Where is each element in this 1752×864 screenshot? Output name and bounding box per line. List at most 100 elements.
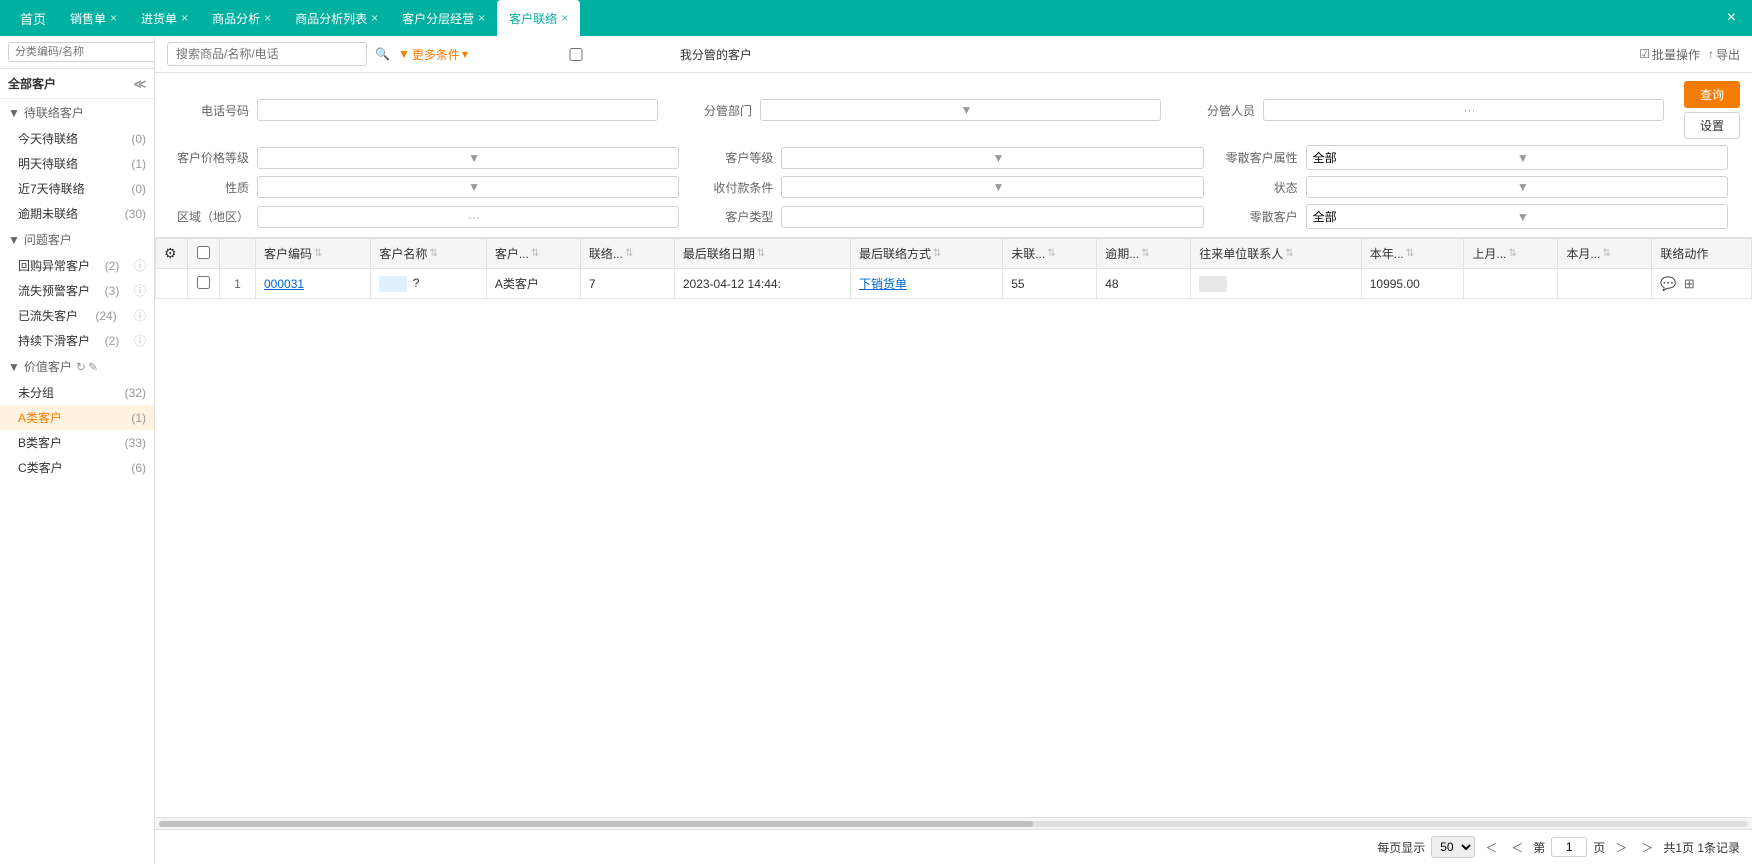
manager-input[interactable]: ···: [1263, 99, 1664, 121]
sidebar-item-today-contact[interactable]: 今天待联络 (0): [0, 126, 154, 151]
filter-row-4: 区域（地区） ··· 客户类型 零散客户 全部 ▼: [167, 204, 1740, 229]
sidebar-item-churn-warning[interactable]: 流失预警客户 (3) ⓘ: [0, 278, 154, 303]
sidebar-item-churned[interactable]: 已流失客户 (24) ⓘ: [0, 303, 154, 328]
close-purchase-tab[interactable]: ×: [181, 11, 188, 25]
sidebar-item-class-b[interactable]: B类客户 (33): [0, 430, 154, 455]
th-this-month[interactable]: 本月... ⇅: [1558, 239, 1652, 269]
th-contact-count[interactable]: 联络... ⇅: [580, 239, 674, 269]
scroll-thumb[interactable]: [159, 821, 1033, 827]
payment-select[interactable]: ▼: [781, 176, 1203, 198]
problem-customer-arrow: ▼: [8, 233, 20, 247]
td-index: 1: [220, 269, 256, 299]
td-last-contact-method[interactable]: 下销货单: [851, 269, 1003, 299]
th-last-contact-date[interactable]: 最后联络日期 ⇅: [674, 239, 850, 269]
td-checkbox[interactable]: [188, 269, 220, 299]
nav-customer-tier[interactable]: 客户分层经营 ×: [390, 0, 497, 36]
per-page-select[interactable]: 50: [1431, 836, 1475, 858]
grid-action-icon[interactable]: ⊞: [1684, 276, 1695, 291]
nav-product-analysis[interactable]: 商品分析 ×: [200, 0, 283, 36]
chat-action-icon[interactable]: 💬: [1660, 276, 1676, 291]
scroll-track: [159, 821, 1748, 827]
close-customer-tier-tab[interactable]: ×: [478, 11, 485, 25]
refresh-icon[interactable]: ↻: [76, 360, 86, 374]
th-name[interactable]: 客户名称 ⇅: [371, 239, 486, 269]
sidebar-item-unclassified[interactable]: 未分组 (32): [0, 380, 154, 405]
nav-purchase[interactable]: 进货单 ×: [129, 0, 200, 36]
prev-page-button[interactable]: ＜: [1481, 839, 1501, 856]
th-no-contact[interactable]: 未联... ⇅: [1003, 239, 1097, 269]
nav-product-analysis-list[interactable]: 商品分析列表 ×: [283, 0, 390, 36]
sidebar-item-repurchase-abnormal[interactable]: 回购异常客户 (2) ⓘ: [0, 253, 154, 278]
th-action: 联络动作: [1652, 239, 1752, 269]
sidebar-collapse-button[interactable]: ≪: [133, 77, 146, 91]
search-icon[interactable]: 🔍: [375, 47, 390, 61]
th-overdue[interactable]: 逾期... ⇅: [1097, 239, 1191, 269]
value-customer-group[interactable]: ▼ 价值客户 ↻ ✎: [0, 353, 154, 380]
region-input[interactable]: ···: [257, 206, 679, 228]
search-input[interactable]: [167, 42, 367, 66]
nav-sales[interactable]: 销售单 ×: [58, 0, 129, 36]
customer-level-select[interactable]: ▼: [781, 147, 1203, 169]
next-page-icon[interactable]: ＞: [1611, 839, 1631, 856]
th-checkbox[interactable]: [188, 239, 220, 269]
prev-page-icon[interactable]: ＜: [1507, 839, 1527, 856]
td-overdue: 48: [1097, 269, 1191, 299]
edit-icon[interactable]: ✎: [88, 360, 98, 374]
problem-customer-group[interactable]: ▼ 问题客户: [0, 226, 154, 253]
sidebar-item-overdue-contact[interactable]: 逾期未联络 (30): [0, 201, 154, 226]
sidebar-item-declining[interactable]: 持续下滑客户 (2) ⓘ: [0, 328, 154, 353]
retail-customer-select[interactable]: 全部 ▼: [1306, 204, 1728, 229]
th-customer-type[interactable]: 客户... ⇅: [486, 239, 580, 269]
my-customer-checkbox[interactable]: [476, 48, 676, 61]
content-area: 🔍 ▼ 更多条件 ▾ 我分管的客户 ☑ 批量操作 ↑ 导出: [155, 36, 1752, 864]
td-action: 💬 ⊞: [1652, 269, 1752, 299]
th-last-contact-method[interactable]: 最后联络方式 ⇅: [851, 239, 1003, 269]
setting-button[interactable]: 设置: [1684, 112, 1740, 139]
customer-type-label: 客户类型: [691, 208, 781, 225]
dept-select[interactable]: ▼: [760, 99, 1161, 121]
query-button[interactable]: 查询: [1684, 81, 1740, 108]
export-button[interactable]: ↑ 导出: [1708, 46, 1740, 63]
td-code[interactable]: 000031: [256, 269, 371, 299]
window-close-button[interactable]: ×: [1719, 9, 1744, 27]
nav-customer-contact[interactable]: 客户联络 ×: [497, 0, 580, 36]
more-filter-button[interactable]: ▼ 更多条件 ▾: [398, 46, 468, 63]
th-gear[interactable]: ⚙: [156, 239, 188, 269]
page-number-input[interactable]: [1551, 837, 1587, 857]
sidebar-search-area: 🔍: [0, 36, 154, 69]
filter-row-2: 客户价格等级 ▼ 客户等级 ▼ 零散客户属性 全部: [167, 145, 1740, 170]
category-search-input[interactable]: [8, 42, 155, 62]
th-this-year[interactable]: 本年... ⇅: [1361, 239, 1464, 269]
nature-arrow-icon: ▼: [468, 180, 672, 194]
sidebar-item-class-a[interactable]: A类客户 (1): [0, 405, 154, 430]
phone-input[interactable]: [257, 99, 658, 121]
price-level-select[interactable]: ▼: [257, 147, 679, 169]
sidebar-item-7day-contact[interactable]: 近7天待联络 (0): [0, 176, 154, 201]
close-product-analysis-tab[interactable]: ×: [264, 11, 271, 25]
dept-arrow-icon: ▼: [961, 103, 1155, 117]
price-level-arrow-icon: ▼: [468, 151, 672, 165]
th-code[interactable]: 客户编码 ⇅: [256, 239, 371, 269]
close-sales-tab[interactable]: ×: [110, 11, 117, 25]
retail-attr-select[interactable]: 全部 ▼: [1306, 145, 1728, 170]
batch-operation-button[interactable]: ☑ 批量操作: [1639, 46, 1700, 63]
select-all-checkbox[interactable]: [197, 246, 210, 259]
th-unit-contact[interactable]: 往来单位联系人 ⇅: [1191, 239, 1362, 269]
sidebar-item-class-c[interactable]: C类客户 (6): [0, 455, 154, 480]
status-select[interactable]: ▼: [1306, 176, 1728, 198]
customer-type-input[interactable]: [781, 206, 1203, 228]
close-product-list-tab[interactable]: ×: [371, 11, 378, 25]
row-checkbox[interactable]: [197, 276, 210, 289]
nature-select[interactable]: ▼: [257, 176, 679, 198]
next-page-button[interactable]: ＞: [1637, 839, 1657, 856]
horizontal-scrollbar[interactable]: [155, 817, 1752, 829]
sidebar-item-tomorrow-contact[interactable]: 明天待联络 (1): [0, 151, 154, 176]
sidebar: 🔍 全部客户 ≪ ▼ 待联络客户 今天待联络 (0) 明天待联络 (1) 近7天…: [0, 36, 155, 864]
close-customer-contact-tab[interactable]: ×: [561, 11, 568, 25]
pending-contact-label: 待联络客户: [24, 104, 84, 121]
pending-contact-group[interactable]: ▼ 待联络客户: [0, 99, 154, 126]
nav-home[interactable]: 首页: [8, 0, 58, 36]
sort-code-icon: ⇅: [314, 248, 322, 259]
th-last-month[interactable]: 上月... ⇅: [1464, 239, 1558, 269]
gear-icon[interactable]: ⚙: [164, 245, 177, 261]
